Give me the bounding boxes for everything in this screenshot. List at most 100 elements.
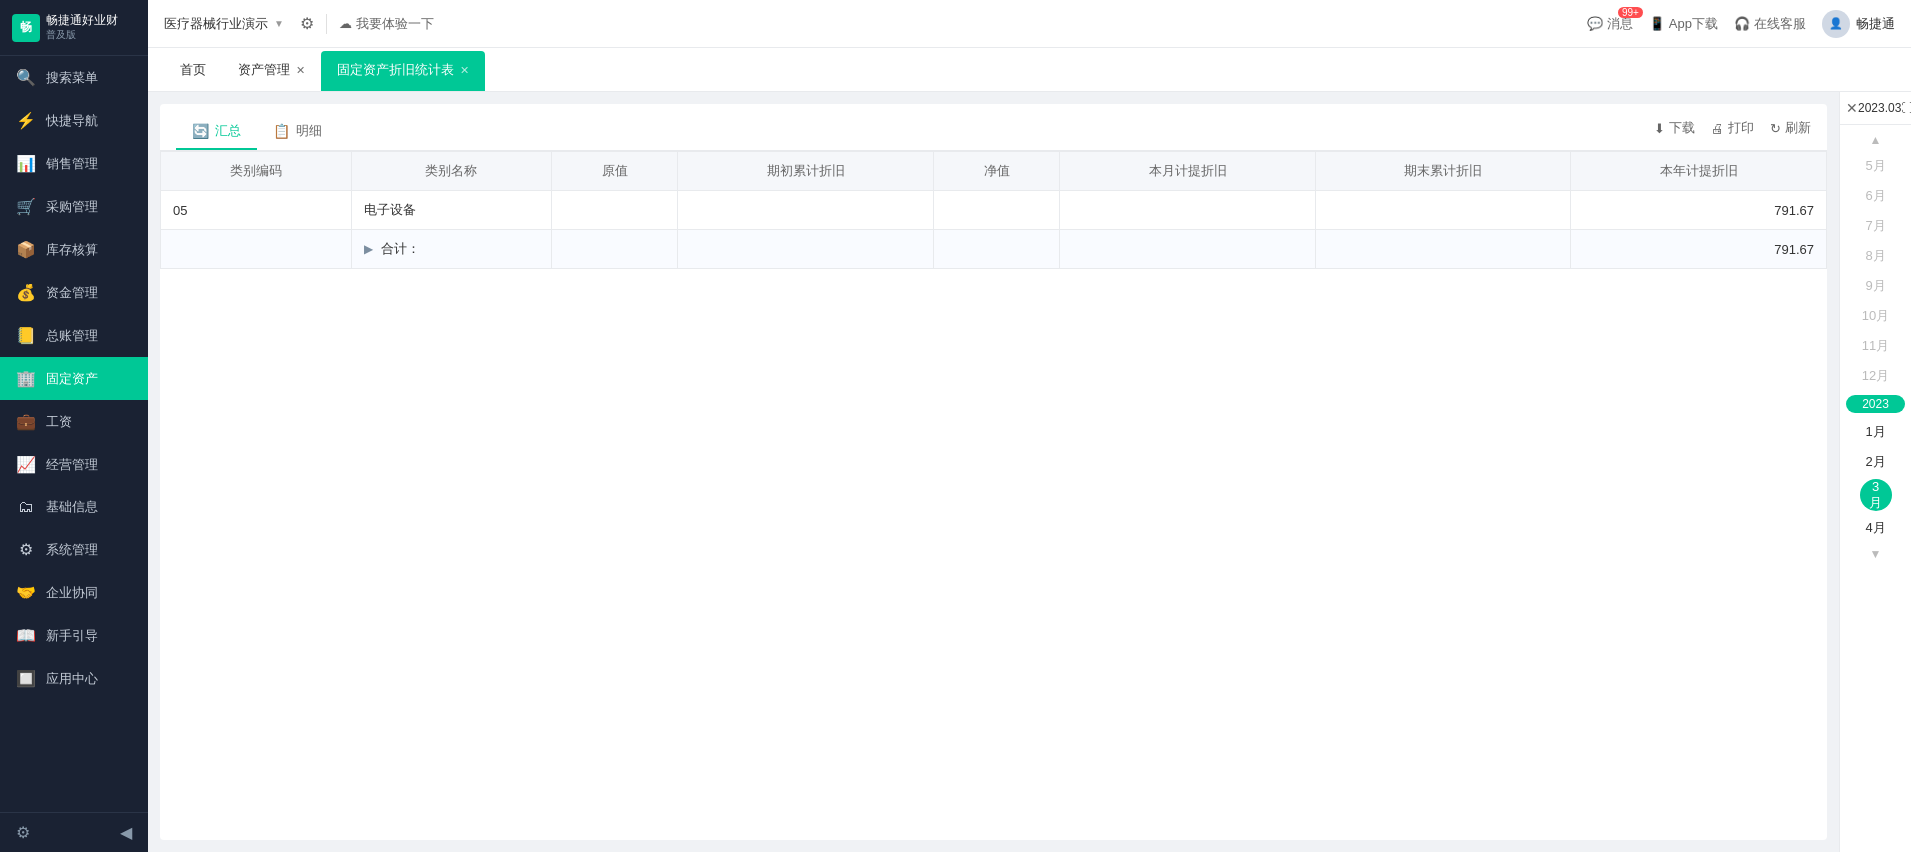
- main-area: 医疗器械行业演示 ▼ ⚙ ☁ 我要体验一下 💬 消息 99+ 📱 App下载 🎧…: [148, 0, 1911, 852]
- sidebar-item-sales[interactable]: 📊 销售管理: [0, 142, 148, 185]
- message-button[interactable]: 💬 消息 99+: [1587, 15, 1633, 33]
- date-nav-down[interactable]: ▼: [1840, 543, 1911, 565]
- year-2023-label: 2023: [1846, 395, 1905, 413]
- topbar-settings-icon[interactable]: ⚙: [300, 14, 314, 33]
- date-month-dec-prev[interactable]: 12月: [1840, 361, 1911, 391]
- date-month-jan[interactable]: 1月: [1840, 417, 1911, 447]
- sidebar-item-guide[interactable]: 📖 新手引导: [0, 614, 148, 657]
- sidebar-item-basicinfo[interactable]: 🗂 基础信息: [0, 486, 148, 528]
- refresh-label: 刷新: [1785, 119, 1811, 137]
- inventory-icon: 📦: [16, 240, 36, 259]
- tab-home-label: 首页: [180, 61, 206, 79]
- sales-icon: 📊: [16, 154, 36, 173]
- logo-sub: 普及版: [46, 28, 118, 42]
- sidebar-item-fixed-assets[interactable]: 🏢 固定资产: [0, 357, 148, 400]
- date-month-jul-prev[interactable]: 7月: [1840, 211, 1911, 241]
- print-label: 打印: [1728, 119, 1754, 137]
- print-icon: 🖨: [1711, 121, 1724, 136]
- date-month-aug-prev[interactable]: 8月: [1840, 241, 1911, 271]
- content-main: 🔄 汇总 📋 明细 ⬇ 下载 🖨 打印: [160, 104, 1827, 840]
- summary-row: ▶ 合计： 791.67: [161, 230, 1827, 269]
- sidebar-item-payroll[interactable]: 💼 工资: [0, 400, 148, 443]
- search-icon: 🔍: [16, 68, 36, 87]
- sidebar-item-cooperation[interactable]: 🤝 企业协同: [0, 571, 148, 614]
- system-icon: ⚙: [16, 540, 36, 559]
- right-panel-expand-button[interactable]: ⛶: [1901, 101, 1911, 115]
- sidebar-item-label: 总账管理: [46, 327, 98, 345]
- sub-tab-detail[interactable]: 📋 明细: [257, 114, 338, 150]
- date-month-mar[interactable]: 3月: [1860, 479, 1892, 511]
- sub-tab-summary-label: 汇总: [215, 122, 241, 140]
- collapse-icon[interactable]: ◀: [120, 823, 132, 842]
- settings-footer-icon[interactable]: ⚙: [16, 823, 30, 842]
- cooperation-icon: 🤝: [16, 583, 36, 602]
- sidebar-item-apps[interactable]: 🔲 应用中心: [0, 657, 148, 700]
- sidebar-item-label: 库存核算: [46, 241, 98, 259]
- date-month-oct-prev[interactable]: 10月: [1840, 301, 1911, 331]
- date-month-nov-prev[interactable]: 11月: [1840, 331, 1911, 361]
- table-container: 类别编码 类别名称 原值 期初累计折旧 净值 本月计提折旧 期末累计折旧 本年计…: [160, 151, 1827, 840]
- cell-code: 05: [161, 191, 352, 230]
- sidebar-item-label: 销售管理: [46, 155, 98, 173]
- download-button[interactable]: ⬇ 下载: [1654, 119, 1695, 137]
- cell-period-end-dep: [1315, 191, 1570, 230]
- tab-asset-mgmt[interactable]: 资产管理 ✕: [222, 51, 321, 91]
- message-badge: 99+: [1618, 7, 1643, 18]
- sidebar-item-inventory[interactable]: 📦 库存核算: [0, 228, 148, 271]
- table-row: 05 电子设备 791.67: [161, 191, 1827, 230]
- company-selector[interactable]: 医疗器械行业演示 ▼: [164, 15, 284, 33]
- user-menu[interactable]: 👤 畅捷通: [1822, 10, 1895, 38]
- cell-original-value: [551, 191, 678, 230]
- topbar: 医疗器械行业演示 ▼ ⚙ ☁ 我要体验一下 💬 消息 99+ 📱 App下载 🎧…: [148, 0, 1911, 48]
- col-period-end-dep: 期末累计折旧: [1315, 152, 1570, 191]
- sidebar-item-search[interactable]: 🔍 搜索菜单: [0, 56, 148, 99]
- sidebar-item-purchase[interactable]: 🛒 采购管理: [0, 185, 148, 228]
- content-area: 🔄 汇总 📋 明细 ⬇ 下载 🖨 打印: [148, 92, 1911, 852]
- tab-depreciation-close[interactable]: ✕: [460, 64, 469, 77]
- sidebar: 畅 畅捷通好业财 普及版 🔍 搜索菜单 ⚡ 快捷导航 📊 销售管理 🛒 采购管理…: [0, 0, 148, 852]
- purchase-icon: 🛒: [16, 197, 36, 216]
- date-month-jun-prev[interactable]: 6月: [1840, 181, 1911, 211]
- company-name: 医疗器械行业演示: [164, 15, 268, 33]
- date-month-may-prev[interactable]: 5月: [1840, 151, 1911, 181]
- refresh-icon: ↻: [1770, 121, 1781, 136]
- date-month-sep-prev[interactable]: 9月: [1840, 271, 1911, 301]
- download-icon: ⬇: [1654, 121, 1665, 136]
- toolbar: ⬇ 下载 🖨 打印 ↻ 刷新: [1654, 119, 1811, 145]
- customer-service-button[interactable]: 🎧 在线客服: [1734, 15, 1806, 33]
- date-month-apr[interactable]: 4月: [1840, 513, 1911, 543]
- date-nav-up[interactable]: ▲: [1840, 129, 1911, 151]
- sidebar-item-quicknav[interactable]: ⚡ 快捷导航: [0, 99, 148, 142]
- sidebar-item-label: 基础信息: [46, 498, 98, 516]
- col-monthly-dep: 本月计提折旧: [1060, 152, 1315, 191]
- app-download-button[interactable]: 📱 App下载: [1649, 15, 1718, 33]
- date-month-feb[interactable]: 2月: [1840, 447, 1911, 477]
- sidebar-item-operations[interactable]: 📈 经营管理: [0, 443, 148, 486]
- tab-bar: 首页 资产管理 ✕ 固定资产折旧统计表 ✕: [148, 48, 1911, 92]
- sidebar-footer: ⚙ ◀: [0, 812, 148, 852]
- logo-text-block: 畅捷通好业财 普及版: [46, 13, 118, 43]
- sub-tab-summary[interactable]: 🔄 汇总: [176, 114, 257, 150]
- tab-depreciation[interactable]: 固定资产折旧统计表 ✕: [321, 51, 485, 91]
- summary-icon: 🔄: [192, 123, 209, 139]
- summary-expand-icon: ▶: [364, 242, 373, 256]
- col-code: 类别编码: [161, 152, 352, 191]
- tab-home[interactable]: 首页: [164, 51, 222, 91]
- summary-annual-dep: 791.67: [1571, 230, 1827, 269]
- sidebar-item-finance[interactable]: 💰 资金管理: [0, 271, 148, 314]
- right-panel-close-button[interactable]: ✕: [1846, 100, 1858, 116]
- sidebar-item-label: 搜索菜单: [46, 69, 98, 87]
- sidebar-item-ledger[interactable]: 📒 总账管理: [0, 314, 148, 357]
- sidebar-item-label: 新手引导: [46, 627, 98, 645]
- ledger-icon: 📒: [16, 326, 36, 345]
- tab-asset-mgmt-close[interactable]: ✕: [296, 64, 305, 77]
- finance-icon: 💰: [16, 283, 36, 302]
- experience-button[interactable]: ☁ 我要体验一下: [339, 15, 434, 33]
- headset-icon: 🎧: [1734, 16, 1750, 31]
- col-original-value: 原值: [551, 152, 678, 191]
- sidebar-item-label: 采购管理: [46, 198, 98, 216]
- print-button[interactable]: 🖨 打印: [1711, 119, 1754, 137]
- refresh-button[interactable]: ↻ 刷新: [1770, 119, 1811, 137]
- sidebar-item-label: 企业协同: [46, 584, 98, 602]
- sidebar-item-system[interactable]: ⚙ 系统管理: [0, 528, 148, 571]
